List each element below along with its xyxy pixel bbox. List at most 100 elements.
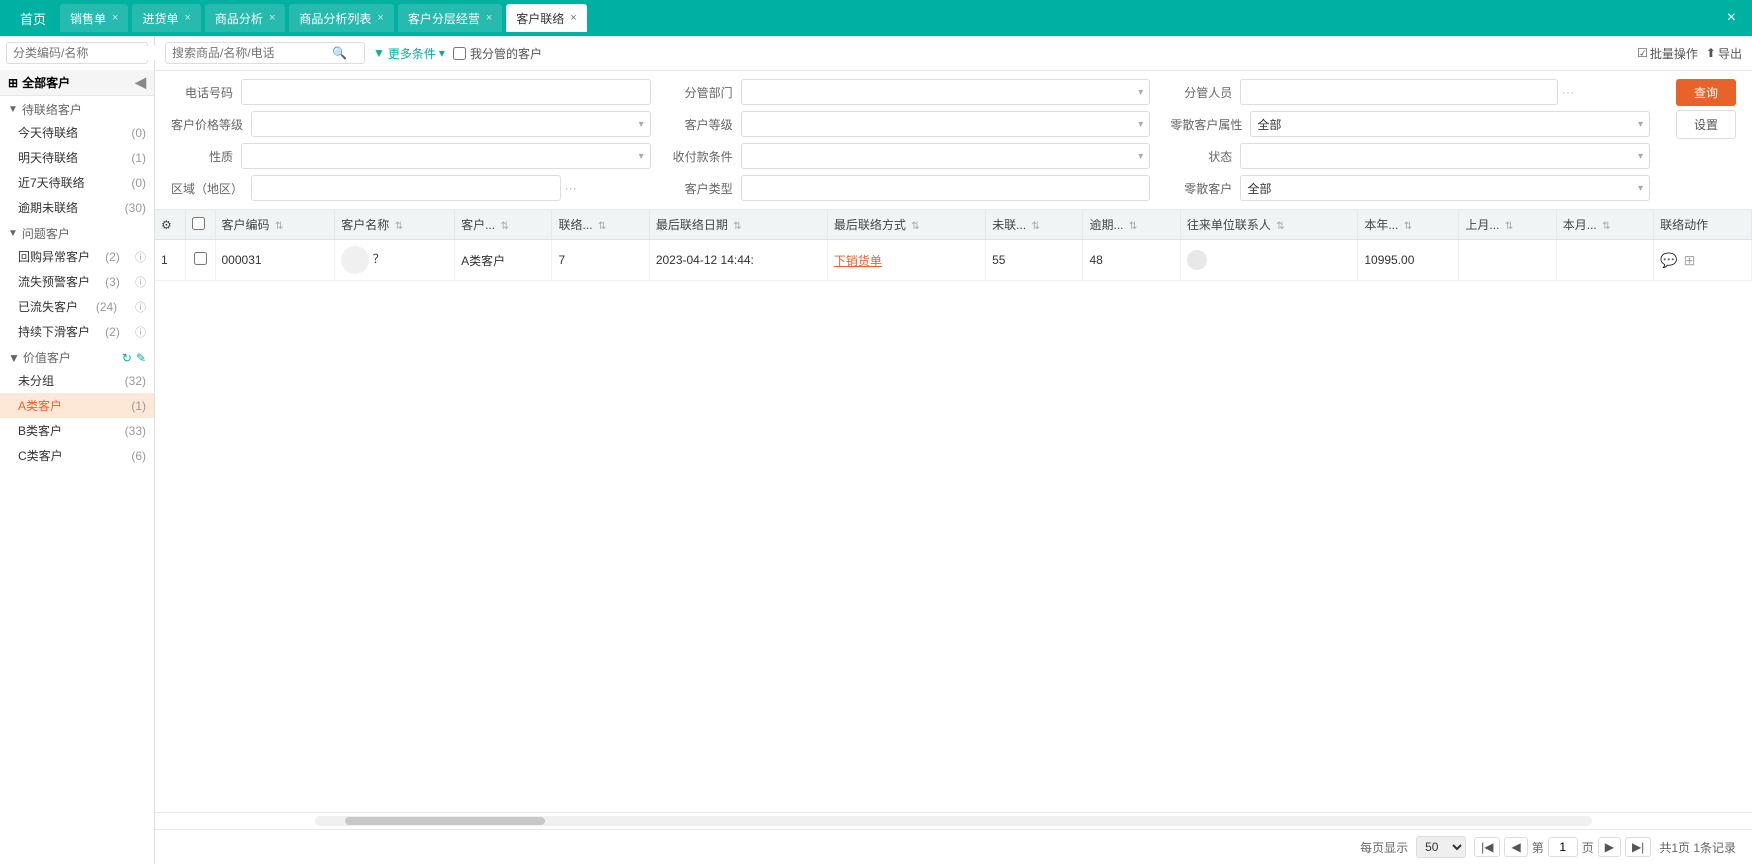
sort-icon-contact[interactable]: ⇅: [598, 221, 606, 232]
sidebar-item-tomorrow-pending[interactable]: 明天待联络 (1): [0, 145, 154, 170]
page-number-input[interactable]: [1548, 837, 1578, 857]
customer-level-select[interactable]: ▾: [741, 111, 1151, 137]
tab-product-analysis-list[interactable]: 商品分析列表 ×: [289, 4, 393, 32]
tab-product-analysis-list-close[interactable]: ×: [377, 12, 383, 24]
info-icon-3[interactable]: ⓘ: [135, 299, 146, 315]
tab-customer-segmentation[interactable]: 客户分层经营 ×: [398, 4, 502, 32]
retail-attr-value: 全部: [1257, 116, 1281, 133]
tab-product-analysis[interactable]: 商品分析 ×: [205, 4, 285, 32]
sort-icon-name[interactable]: ⇅: [395, 221, 403, 232]
table-checkbox-col[interactable]: [185, 210, 215, 240]
sort-icon-type[interactable]: ⇅: [500, 221, 508, 232]
batch-operation-button[interactable]: ☑ 批量操作: [1637, 45, 1698, 62]
sidebar-search-box[interactable]: 🔍: [6, 42, 148, 64]
sort-icon-code[interactable]: ⇅: [275, 221, 283, 232]
select-all-checkbox[interactable]: [192, 217, 205, 230]
sort-icon-date[interactable]: ⇅: [733, 221, 741, 232]
manager-more-icon[interactable]: ···: [1562, 85, 1574, 99]
filter-bar: 🔍 ▼ 更多条件 ▾ 我分管的客户 ☑ 批量操作 ⬆ 导出: [155, 36, 1752, 71]
search-box[interactable]: 🔍: [165, 42, 365, 64]
my-customers-check-input[interactable]: [453, 47, 466, 60]
group-pending-contact[interactable]: ▼ 待联络客户: [0, 96, 154, 120]
col-last-date-label: 最后联络日期: [656, 218, 728, 232]
retail-customer-select[interactable]: 全部 ▾: [1240, 175, 1650, 201]
scrollbar-track[interactable]: [315, 816, 1592, 826]
next-page-button[interactable]: ▶: [1598, 837, 1621, 857]
info-icon-2[interactable]: ⓘ: [135, 274, 146, 290]
chevron-down-icon-retail: ▾: [1638, 119, 1643, 130]
page-size-select[interactable]: 50: [1416, 836, 1466, 858]
tab-purchase-order[interactable]: 进货单 ×: [132, 4, 200, 32]
my-customers-checkbox[interactable]: 我分管的客户: [453, 45, 542, 62]
group-problem-customers[interactable]: ▼ 问题客户: [0, 220, 154, 244]
refresh-icon[interactable]: ↻: [122, 351, 132, 365]
row-checkbox[interactable]: [185, 240, 215, 281]
checkbox-icon: ☑: [1637, 46, 1648, 60]
export-button[interactable]: ⬆ 导出: [1706, 45, 1742, 62]
main-search-icon[interactable]: 🔍: [332, 46, 347, 60]
customer-type-input[interactable]: [741, 175, 1151, 201]
sidebar-item-a-class[interactable]: A类客户 (1): [0, 393, 154, 418]
nature-select[interactable]: ▾: [241, 143, 651, 169]
dept-select[interactable]: ▾: [741, 79, 1151, 105]
manager-input[interactable]: [1240, 79, 1558, 105]
sidebar-item-declining[interactable]: 持续下滑客户 (2) ⓘ: [0, 319, 154, 344]
sidebar-item-churned[interactable]: 已流失客户 (24) ⓘ: [0, 294, 154, 319]
query-button[interactable]: 查询: [1676, 79, 1736, 106]
tab-product-analysis-close[interactable]: ×: [269, 12, 275, 24]
sidebar-item-7days-pending[interactable]: 近7天待联络 (0): [0, 170, 154, 195]
info-icon-4[interactable]: ⓘ: [135, 324, 146, 340]
sort-icon-year[interactable]: ⇅: [1404, 221, 1412, 232]
last-method-link[interactable]: 下销货单: [834, 254, 882, 268]
tab-sales-order-close[interactable]: ×: [112, 12, 118, 24]
sidebar-item-overdue-uncontacted[interactable]: 逾期未联络 (30): [0, 195, 154, 220]
sidebar-item-churn-warning[interactable]: 流失预警客户 (3) ⓘ: [0, 269, 154, 294]
row-select-checkbox[interactable]: [194, 252, 207, 265]
a-class-count: (1): [131, 399, 146, 413]
row-uncontacted: 55: [986, 240, 1083, 281]
settings-button[interactable]: 设置: [1676, 110, 1736, 139]
tab-customer-segmentation-close[interactable]: ×: [486, 12, 492, 24]
sidebar-item-c-class[interactable]: C类客户 (6): [0, 443, 154, 468]
all-customers-label: 全部客户: [22, 74, 70, 91]
scrollbar-thumb[interactable]: [345, 817, 545, 825]
prev-page-button[interactable]: ◀: [1504, 837, 1527, 857]
tab-sales-order[interactable]: 销售单 ×: [60, 4, 128, 32]
sort-icon-last-month[interactable]: ⇅: [1505, 221, 1513, 232]
sort-icon-this-month[interactable]: ⇅: [1602, 221, 1610, 232]
more-action-icon[interactable]: ⊞: [1684, 252, 1696, 269]
payment-select[interactable]: ▾: [741, 143, 1151, 169]
sidebar-item-b-class[interactable]: B类客户 (33): [0, 418, 154, 443]
info-icon-1[interactable]: ⓘ: [135, 249, 146, 265]
tab-customer-contact[interactable]: 客户联络 ×: [506, 4, 586, 32]
sidebar-item-ungrouped[interactable]: 未分组 (32): [0, 368, 154, 393]
region-input[interactable]: [251, 175, 561, 201]
sidebar-item-repurchase-anomaly[interactable]: 回购异常客户 (2) ⓘ: [0, 244, 154, 269]
edit-icon[interactable]: ✎: [136, 351, 146, 365]
price-level-select[interactable]: ▾: [251, 111, 651, 137]
sort-icon-uncontacted[interactable]: ⇅: [1031, 221, 1039, 232]
table-settings-col[interactable]: ⚙: [155, 210, 185, 240]
tab-purchase-order-close[interactable]: ×: [184, 12, 190, 24]
contact-action-icon[interactable]: 💬: [1660, 252, 1677, 269]
window-close-button[interactable]: ×: [1719, 9, 1744, 27]
phone-input[interactable]: [241, 79, 651, 105]
home-tab[interactable]: 首页: [8, 9, 58, 28]
region-more-icon[interactable]: ···: [565, 181, 577, 195]
sidebar-item-today-pending[interactable]: 今天待联络 (0): [0, 120, 154, 145]
sidebar-search-input[interactable]: [13, 46, 168, 60]
retail-attr-select[interactable]: 全部 ▾: [1250, 111, 1650, 137]
sort-icon-method[interactable]: ⇅: [911, 221, 919, 232]
sort-icon-company[interactable]: ⇅: [1276, 221, 1284, 232]
sort-icon-overdue[interactable]: ⇅: [1129, 221, 1137, 232]
tab-customer-contact-close[interactable]: ×: [570, 12, 576, 24]
last-page-button[interactable]: ▶|: [1625, 837, 1651, 857]
sidebar-collapse-icon[interactable]: ◀: [135, 74, 146, 91]
status-select[interactable]: ▾: [1240, 143, 1650, 169]
first-page-button[interactable]: |◀: [1474, 837, 1500, 857]
more-conditions-button[interactable]: ▼ 更多条件 ▾: [373, 45, 445, 62]
row-last-method[interactable]: 下销货单: [827, 240, 985, 281]
arrow-down-icon: ▼: [8, 104, 18, 115]
main-search-input[interactable]: [172, 46, 332, 60]
col-last-month: 上月... ⇅: [1459, 210, 1556, 240]
